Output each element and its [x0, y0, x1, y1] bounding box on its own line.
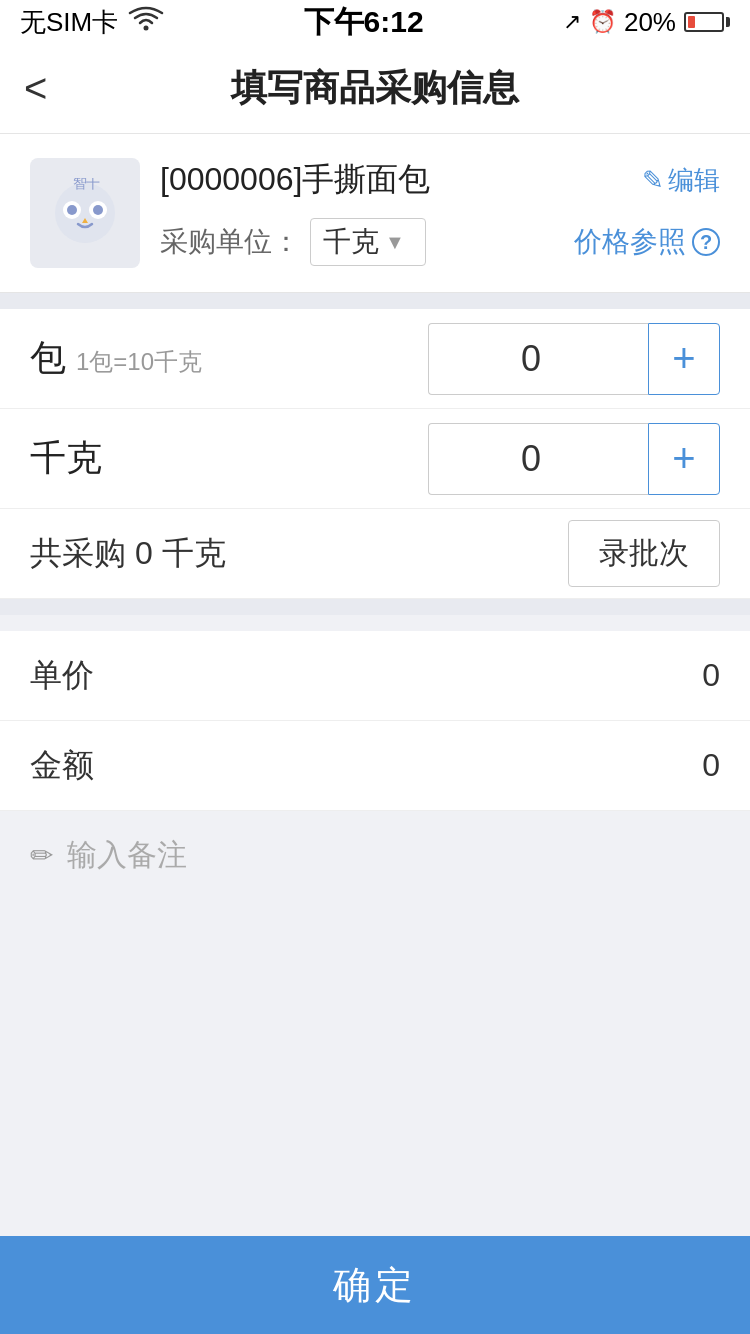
remark-placeholder: 输入备注 [67, 835, 187, 876]
bag-input-wrap: + [210, 323, 720, 395]
record-batch-button[interactable]: 录批次 [568, 520, 720, 587]
remark-section[interactable]: ✏ 输入备注 [0, 811, 750, 900]
edit-label: 编辑 [668, 163, 720, 198]
svg-point-0 [144, 25, 149, 30]
product-logo-icon: 智 十 [50, 178, 120, 248]
wifi-icon [128, 6, 164, 39]
product-image: 智 十 [30, 158, 140, 268]
help-icon[interactable]: ? [692, 228, 720, 256]
kg-plus-button[interactable]: + [648, 423, 720, 495]
product-card: 智 十 [0000006]手撕面包 ✎ 编辑 采购单位： 千克 ▼ 价格参照 ? [0, 134, 750, 293]
nav-bar: < 填写商品采购信息 [0, 44, 750, 134]
unit-price-row: 单价 0 [0, 631, 750, 721]
status-time: 下午6:12 [304, 2, 424, 43]
kg-label: 千克 [30, 434, 102, 483]
confirm-button[interactable]: 确定 [0, 1236, 750, 1334]
input-section: 包 1包=10千克 + 千克 + 共采购 0 千克 录批次 [0, 309, 750, 599]
svg-text:十: 十 [86, 178, 100, 191]
purchase-unit-label: 采购单位： [160, 223, 300, 261]
unit-dropdown-icon: ▼ [385, 231, 405, 254]
product-name: [0000006]手撕面包 [160, 158, 430, 202]
price-ref-button[interactable]: 价格参照 ? [574, 223, 720, 261]
product-info: [0000006]手撕面包 ✎ 编辑 采购单位： 千克 ▼ 价格参照 ? [160, 158, 720, 266]
unit-value: 千克 [323, 223, 379, 261]
content-area [0, 900, 750, 1240]
bag-input-row: 包 1包=10千克 + [0, 309, 750, 409]
battery-percent: 20% [624, 7, 676, 38]
bag-sub-label: 1包=10千克 [76, 346, 202, 378]
status-left: 无SIM卡 [20, 5, 164, 40]
bag-label-group: 包 1包=10千克 [30, 334, 210, 383]
total-summary-text: 共采购 0 千克 [30, 532, 226, 576]
amount-label: 金额 [30, 744, 94, 788]
kg-input-wrap: + [210, 423, 720, 495]
unit-price-value: 0 [702, 657, 720, 694]
svg-point-4 [67, 205, 77, 215]
location-icon: ↗ [563, 9, 581, 35]
no-sim-text: 无SIM卡 [20, 5, 118, 40]
confirm-label: 确定 [333, 1260, 417, 1311]
unit-price-label: 单价 [30, 654, 94, 698]
status-bar: 无SIM卡 下午6:12 ↗ ⏰ 20% [0, 0, 750, 44]
pencil-icon: ✏ [30, 839, 53, 872]
kg-quantity-input[interactable] [428, 423, 648, 495]
edit-button[interactable]: ✎ 编辑 [642, 163, 720, 198]
summary-row: 共采购 0 千克 录批次 [0, 509, 750, 599]
bag-quantity-input[interactable] [428, 323, 648, 395]
svg-text:智: 智 [73, 178, 87, 191]
bag-label: 包 [30, 334, 66, 383]
alarm-icon: ⏰ [589, 9, 616, 35]
battery-icon [684, 12, 730, 32]
unit-select[interactable]: 千克 ▼ [310, 218, 426, 266]
back-button[interactable]: < [24, 66, 47, 111]
page-title: 填写商品采购信息 [231, 64, 519, 113]
price-ref-label: 价格参照 [574, 223, 686, 261]
status-right: ↗ ⏰ 20% [563, 7, 730, 38]
price-section: 单价 0 金额 0 [0, 631, 750, 811]
amount-row: 金额 0 [0, 721, 750, 811]
kg-input-row: 千克 + [0, 409, 750, 509]
edit-icon: ✎ [642, 165, 664, 196]
section-divider-2 [0, 599, 750, 615]
kg-label-group: 千克 [30, 434, 210, 483]
bag-plus-button[interactable]: + [648, 323, 720, 395]
section-divider-1 [0, 293, 750, 309]
svg-point-5 [93, 205, 103, 215]
amount-value: 0 [702, 747, 720, 784]
